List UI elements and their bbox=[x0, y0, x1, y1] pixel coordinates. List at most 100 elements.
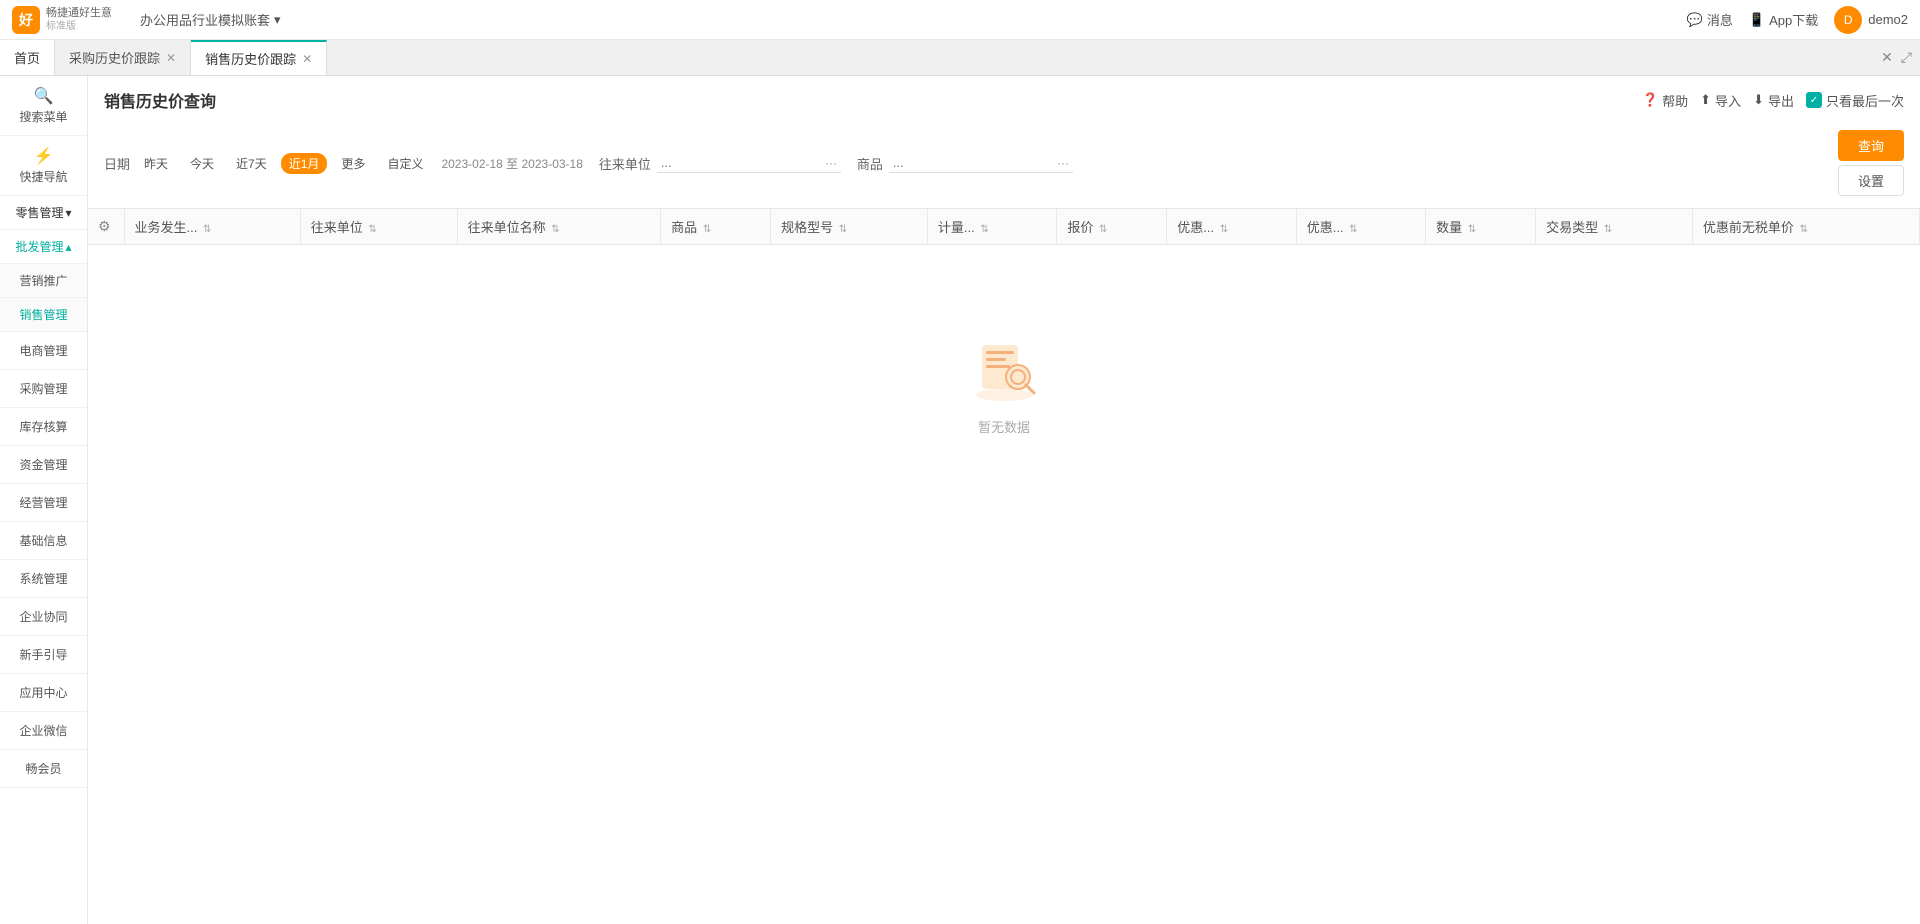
maximize-button[interactable]: ⤢ bbox=[1901, 49, 1912, 66]
sidebar-item-newbie[interactable]: 新手引导 bbox=[0, 636, 87, 674]
checkbox-icon: ✓ bbox=[1806, 92, 1822, 108]
sidebar-item-operations[interactable]: 经营管理 bbox=[0, 484, 87, 522]
filter-row: 日期 昨天 今天 近7天 近1月 更多 自定义 2023-02-18 至 202… bbox=[104, 122, 1904, 208]
sidebar-item-inventory[interactable]: 库存核算 bbox=[0, 408, 87, 446]
col-discount2: 优惠... ⇅ bbox=[1296, 209, 1425, 245]
sort-icon-discount2[interactable]: ⇅ bbox=[1349, 224, 1357, 235]
sidebar-item-enterprise[interactable]: 企业协同 bbox=[0, 598, 87, 636]
col-spec: 规格型号 ⇅ bbox=[771, 209, 928, 245]
sort-icon-partner-code[interactable]: ⇅ bbox=[368, 224, 376, 235]
col-discount1: 优惠... ⇅ bbox=[1167, 209, 1296, 245]
product-more-icon[interactable]: ··· bbox=[1057, 156, 1069, 170]
tab-actions: ✕ ⤢ bbox=[1881, 40, 1920, 75]
sidebar-item-search-menu[interactable]: 🔍 搜索菜单 bbox=[0, 76, 87, 136]
date-btn-today[interactable]: 今天 bbox=[182, 153, 222, 174]
sidebar-item-wechat[interactable]: 企业微信 bbox=[0, 712, 87, 750]
sidebar-item-basic-info[interactable]: 基础信息 bbox=[0, 522, 87, 560]
sort-icon-discount1[interactable]: ⇅ bbox=[1220, 224, 1228, 235]
partner-input-wrapper: ··· bbox=[657, 153, 841, 173]
only-last-checkbox[interactable]: ✓ 只看最后一次 bbox=[1806, 91, 1904, 110]
sidebar-item-app-center[interactable]: 应用中心 bbox=[0, 674, 87, 712]
sidebar-item-wholesale-mgmt[interactable]: 批发管理 ▴ bbox=[0, 230, 87, 264]
sidebar-item-system[interactable]: 系统管理 bbox=[0, 560, 87, 598]
top-bar-right: 💬 消息 📱 App下载 D demo2 bbox=[1687, 6, 1908, 34]
date-btn-yesterday[interactable]: 昨天 bbox=[136, 153, 176, 174]
col-partner-name: 往来单位名称 ⇅ bbox=[457, 209, 661, 245]
sidebar-item-retail-mgmt[interactable]: 零售管理 ▾ bbox=[0, 196, 87, 230]
main-layout: 🔍 搜索菜单 ⚡ 快捷导航 零售管理 ▾ 批发管理 ▴ 营销推广 销售管理 电商… bbox=[0, 76, 1920, 924]
close-sales-tab[interactable]: ✕ bbox=[302, 52, 312, 66]
sidebar: 🔍 搜索菜单 ⚡ 快捷导航 零售管理 ▾ 批发管理 ▴ 营销推广 销售管理 电商… bbox=[0, 76, 88, 924]
sidebar-item-member[interactable]: 畅会员 bbox=[0, 750, 87, 788]
app-selector[interactable]: 办公用品行业模拟账套 ▾ bbox=[140, 10, 281, 29]
message-button[interactable]: 💬 消息 bbox=[1687, 10, 1733, 29]
sort-icon-spec[interactable]: ⇅ bbox=[839, 224, 847, 235]
col-gear: ⚙ bbox=[88, 209, 124, 245]
settings-button[interactable]: 设置 bbox=[1838, 165, 1904, 196]
page-title: 销售历史价查询 bbox=[104, 88, 216, 112]
sort-icon-quantity[interactable]: ⇅ bbox=[1468, 224, 1476, 235]
date-btn-1month[interactable]: 近1月 bbox=[281, 153, 328, 174]
empty-text: 暂无数据 bbox=[978, 417, 1030, 436]
logo-icon: 好 bbox=[12, 6, 40, 34]
empty-icon bbox=[964, 325, 1044, 405]
tab-sales[interactable]: 销售历史价跟踪 ✕ bbox=[191, 40, 327, 75]
sort-icon-trade-type[interactable]: ⇅ bbox=[1604, 224, 1612, 235]
col-price-no-tax: 优惠前无税单价 ⇅ bbox=[1692, 209, 1919, 245]
product-input[interactable] bbox=[893, 155, 1053, 170]
partner-more-icon[interactable]: ··· bbox=[825, 156, 837, 170]
sidebar-item-ecommerce[interactable]: 电商管理 bbox=[0, 332, 87, 370]
date-label: 日期 bbox=[104, 154, 130, 173]
query-button[interactable]: 查询 bbox=[1838, 130, 1904, 161]
date-range-display: 2023-02-18 至 2023-03-18 bbox=[441, 155, 582, 172]
avatar: D bbox=[1834, 6, 1862, 34]
col-partner-code: 往来单位 ⇅ bbox=[300, 209, 457, 245]
content-area: 销售历史价查询 ❓ 帮助 ⬆ 导入 ⬇ 导出 ✓ bbox=[88, 76, 1920, 924]
col-quantity: 数量 ⇅ bbox=[1426, 209, 1536, 245]
top-bar-left: 好 畅捷通好生意 标准版 办公用品行业模拟账套 ▾ bbox=[12, 6, 281, 34]
export-button[interactable]: ⬇ 导出 bbox=[1753, 91, 1794, 110]
close-all-tabs-button[interactable]: ✕ bbox=[1881, 49, 1893, 66]
filter-buttons: 查询 设置 bbox=[1838, 130, 1904, 196]
gear-icon[interactable]: ⚙ bbox=[98, 218, 111, 234]
empty-state: 暂无数据 bbox=[88, 245, 1920, 516]
close-purchase-tab[interactable]: ✕ bbox=[166, 51, 176, 65]
help-icon: ❓ bbox=[1642, 92, 1658, 108]
sidebar-item-finance[interactable]: 资金管理 bbox=[0, 446, 87, 484]
top-bar: 好 畅捷通好生意 标准版 办公用品行业模拟账套 ▾ 💬 消息 📱 App下载 D… bbox=[0, 0, 1920, 40]
table-container: ⚙ 业务发生... ⇅ 往来单位 ⇅ 往来单位名称 ⇅ bbox=[88, 209, 1920, 924]
chevron-down-icon: ▾ bbox=[65, 206, 71, 220]
partner-filter-group: 往来单位 ··· bbox=[599, 153, 841, 173]
sort-icon-quote-price[interactable]: ⇅ bbox=[1099, 224, 1107, 235]
page-title-row: 销售历史价查询 ❓ 帮助 ⬆ 导入 ⬇ 导出 ✓ bbox=[104, 88, 1904, 112]
sort-icon-price-no-tax[interactable]: ⇅ bbox=[1800, 224, 1808, 235]
help-button[interactable]: ❓ 帮助 bbox=[1642, 91, 1688, 110]
partner-label: 往来单位 bbox=[599, 154, 651, 173]
date-filter-group: 日期 昨天 今天 近7天 近1月 更多 自定义 2023-02-18 至 202… bbox=[104, 153, 583, 174]
date-btn-7days[interactable]: 近7天 bbox=[228, 153, 275, 174]
sort-icon-product[interactable]: ⇅ bbox=[703, 224, 711, 235]
tab-purchase[interactable]: 采购历史价跟踪 ✕ bbox=[55, 40, 191, 75]
header-actions: ❓ 帮助 ⬆ 导入 ⬇ 导出 ✓ 只看最后一次 bbox=[1642, 91, 1904, 110]
tab-home[interactable]: 首页 bbox=[0, 40, 55, 75]
download-icon: 📱 bbox=[1749, 12, 1765, 28]
sidebar-item-marketing[interactable]: 营销推广 bbox=[0, 264, 87, 298]
sidebar-item-purchase-mgmt[interactable]: 采购管理 bbox=[0, 370, 87, 408]
sort-icon-biz-date[interactable]: ⇅ bbox=[203, 224, 211, 235]
data-table: ⚙ 业务发生... ⇅ 往来单位 ⇅ 往来单位名称 ⇅ bbox=[88, 209, 1920, 245]
chevron-down-icon: ▾ bbox=[274, 12, 281, 28]
sidebar-item-quick-nav[interactable]: ⚡ 快捷导航 bbox=[0, 136, 87, 196]
import-button[interactable]: ⬆ 导入 bbox=[1700, 91, 1741, 110]
sort-icon-unit[interactable]: ⇅ bbox=[980, 224, 988, 235]
date-btn-custom[interactable]: 自定义 bbox=[379, 153, 431, 174]
import-icon: ⬆ bbox=[1700, 92, 1711, 108]
col-product: 商品 ⇅ bbox=[661, 209, 771, 245]
user-area[interactable]: D demo2 bbox=[1834, 6, 1908, 34]
message-icon: 💬 bbox=[1687, 12, 1703, 28]
page-header: 销售历史价查询 ❓ 帮助 ⬆ 导入 ⬇ 导出 ✓ bbox=[88, 76, 1920, 209]
app-download-button[interactable]: 📱 App下载 bbox=[1749, 10, 1818, 29]
sort-icon-partner-name[interactable]: ⇅ bbox=[551, 224, 559, 235]
sidebar-item-sales-mgmt[interactable]: 销售管理 bbox=[0, 298, 87, 332]
partner-input[interactable] bbox=[661, 155, 821, 170]
date-btn-more[interactable]: 更多 bbox=[333, 153, 373, 174]
